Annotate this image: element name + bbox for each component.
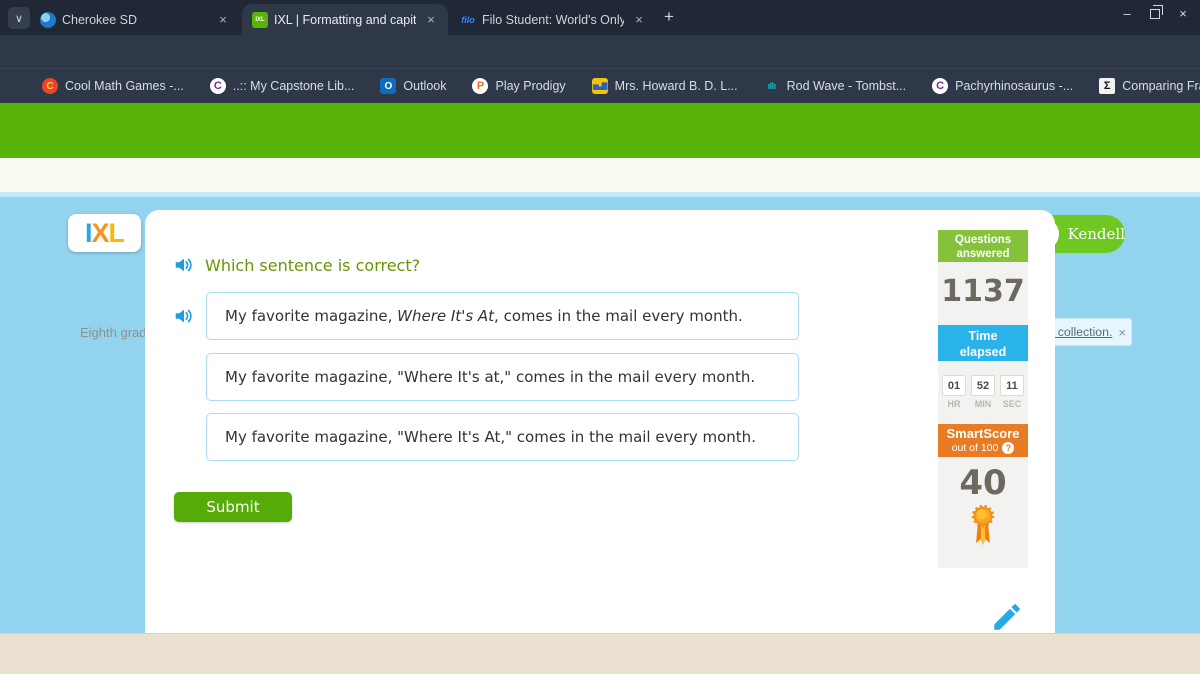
question-text: Which sentence is correct?	[205, 256, 421, 275]
prodigy-icon: P	[472, 78, 489, 94]
hours-label: HR	[947, 399, 961, 409]
smartscore-sublabel: out of 100	[951, 441, 999, 454]
bookmark-label: Mrs. Howard B. D. L...	[614, 79, 738, 93]
label-line: Questions	[954, 234, 1012, 246]
bookmark-item[interactable]: ▅▃▇ Mrs. Howard B. D. L...	[591, 78, 738, 94]
browser-toolbar: ← → ixl.com/ela/grade-8/formatting-and-c…	[0, 35, 1200, 99]
ixl-favicon: IXL	[252, 11, 268, 28]
chart-icon: ▅▃▇	[591, 78, 608, 94]
tab-strip: ∨ Cherokee SD × IXL IXL | Formatting and…	[0, 0, 1200, 35]
answer-text: My favorite magazine,	[225, 307, 398, 325]
browser-tab-active[interactable]: IXL IXL | Formatting and capitalizi ×	[242, 4, 448, 35]
smartscore-body: 40	[938, 457, 1028, 568]
time-elapsed-header: Time elapsed	[938, 325, 1028, 361]
bookmark-label: Pachyrhinosaurus -...	[955, 79, 1074, 93]
label-line: elapsed	[959, 345, 1007, 360]
smartscore-label: SmartScore	[946, 426, 1020, 441]
pencil-icon[interactable]	[990, 600, 1024, 634]
restore-icon[interactable]	[1150, 4, 1163, 19]
question-card: Which sentence is correct? My favorite m…	[145, 210, 1055, 674]
filo-favicon: filo	[461, 14, 475, 25]
bookmark-item[interactable]: C Pachyrhinosaurus -...	[932, 78, 1073, 94]
tab-title: Cherokee SD	[62, 12, 138, 27]
question-speaker-icon[interactable]	[173, 254, 195, 276]
seconds-label: SEC	[1002, 399, 1022, 409]
shelf: Desk 1 › P 1 Oct 7 6:40	[0, 633, 1200, 674]
banner-close-icon[interactable]: ×	[1118, 325, 1126, 340]
smartscore-value: 40	[959, 463, 1007, 503]
bookmark-item[interactable]: Σ Comparing Fractio...	[1099, 78, 1200, 94]
ixl-logo[interactable]: IXL	[68, 214, 141, 252]
breadcrumb-grade[interactable]: Eighth grade	[80, 325, 154, 340]
tab-title: IXL | Formatting and capitalizi	[274, 12, 416, 27]
seconds-value: 11	[1000, 375, 1024, 396]
logo-letter: L	[108, 217, 125, 248]
close-tab-icon[interactable]: ×	[630, 11, 648, 29]
bookmark-item[interactable]: O Outlook	[380, 78, 446, 94]
answer-text: My favorite magazine, "Where It's at," c…	[225, 368, 756, 386]
answer-option-2[interactable]: My favorite magazine, "Where It's at," c…	[206, 353, 799, 401]
hours-value: 01	[942, 375, 966, 396]
bookmark-label: Comparing Fractio...	[1122, 79, 1200, 93]
bookmark-item[interactable]: P Play Prodigy	[472, 78, 566, 94]
bookmark-label: ..:: My Capstone Lib...	[232, 79, 355, 93]
bookmark-label: Rod Wave - Tombst...	[786, 79, 907, 93]
cherokee-favicon	[40, 11, 56, 28]
capstone-icon: C	[209, 78, 226, 94]
bookmarks-bar: C Cool Math Games -... C ..:: My Capstone …	[0, 68, 1200, 103]
close-tab-icon[interactable]: ×	[214, 11, 232, 29]
bookmark-label: Cool Math Games -...	[65, 79, 184, 93]
bookmark-label: Outlook	[403, 79, 447, 93]
answer-text: My favorite magazine, "Where It's At," c…	[225, 428, 756, 446]
label-line: answered	[956, 248, 1010, 261]
answer-option-3[interactable]: My favorite magazine, "Where It's At," c…	[206, 413, 799, 461]
answer-option-1[interactable]: My favorite magazine, Where It's At, com…	[206, 292, 799, 340]
divider-strip	[0, 192, 1200, 197]
pachy-icon: C	[932, 78, 949, 94]
profile-name: Kendell	[1067, 225, 1125, 243]
questions-answered-value: 1137	[938, 262, 1028, 325]
cisco-icon: ıllı	[767, 81, 777, 91]
outlook-icon: O	[380, 78, 397, 94]
answer-speaker-icon[interactable]	[173, 305, 195, 327]
sigma-icon: Σ	[1099, 78, 1116, 94]
ixl-header: IXL My IXL Learning Assessment Analytics…	[0, 103, 1200, 261]
bookmark-item[interactable]: C Cool Math Games -...	[42, 78, 184, 94]
bookmark-label: Play Prodigy	[495, 79, 566, 93]
smartscore-header: SmartScore out of 100?	[938, 424, 1028, 457]
answer-text-italic: Where It's At	[397, 307, 495, 325]
questions-answered-header: Questions answered	[938, 230, 1028, 262]
ribbon-award-icon	[971, 504, 995, 545]
help-icon[interactable]: ?	[1002, 441, 1015, 454]
minutes-label: MIN	[974, 399, 992, 409]
minutes-value: 52	[971, 375, 995, 396]
close-window-icon[interactable]: ×	[1174, 6, 1192, 21]
window-controls: – ×	[1118, 4, 1192, 21]
minimize-icon[interactable]: –	[1118, 6, 1136, 21]
logo-letter: X	[91, 217, 110, 248]
tab-search-button[interactable]: ∨	[8, 7, 30, 29]
close-tab-icon[interactable]: ×	[422, 11, 440, 29]
new-tab-button[interactable]: +	[664, 7, 674, 27]
answer-text: , comes in the mail every month.	[494, 307, 743, 325]
stats-panel: Questions answered 1137 Time elapsed 01 …	[938, 230, 1028, 568]
breadcrumb-bar: Eighth grade › XX.2 Formatting and capit…	[0, 158, 1200, 346]
submit-button[interactable]: Submit	[174, 492, 292, 522]
label-line: Time	[968, 329, 998, 343]
screen: ∨ Cherokee SD × IXL IXL | Formatting and…	[0, 0, 1200, 674]
bookmark-item[interactable]: ıllı Rod Wave - Tombst...	[764, 78, 907, 94]
bookmark-item[interactable]: C ..:: My Capstone Lib...	[209, 78, 355, 94]
browser-tab[interactable]: Cherokee SD ×	[30, 4, 240, 35]
coolmath-icon: C	[42, 78, 58, 94]
time-elapsed-body: 01 52 11 HR MIN SEC	[938, 361, 1028, 424]
bookmark-items: C Cool Math Games -... C ..:: My Capstone …	[42, 78, 1200, 94]
browser-tab[interactable]: filo Filo Student: World's Only Live ×	[450, 4, 656, 35]
chevron-down-icon: ∨	[14, 12, 24, 25]
tab-title: Filo Student: World's Only Live	[482, 12, 624, 27]
